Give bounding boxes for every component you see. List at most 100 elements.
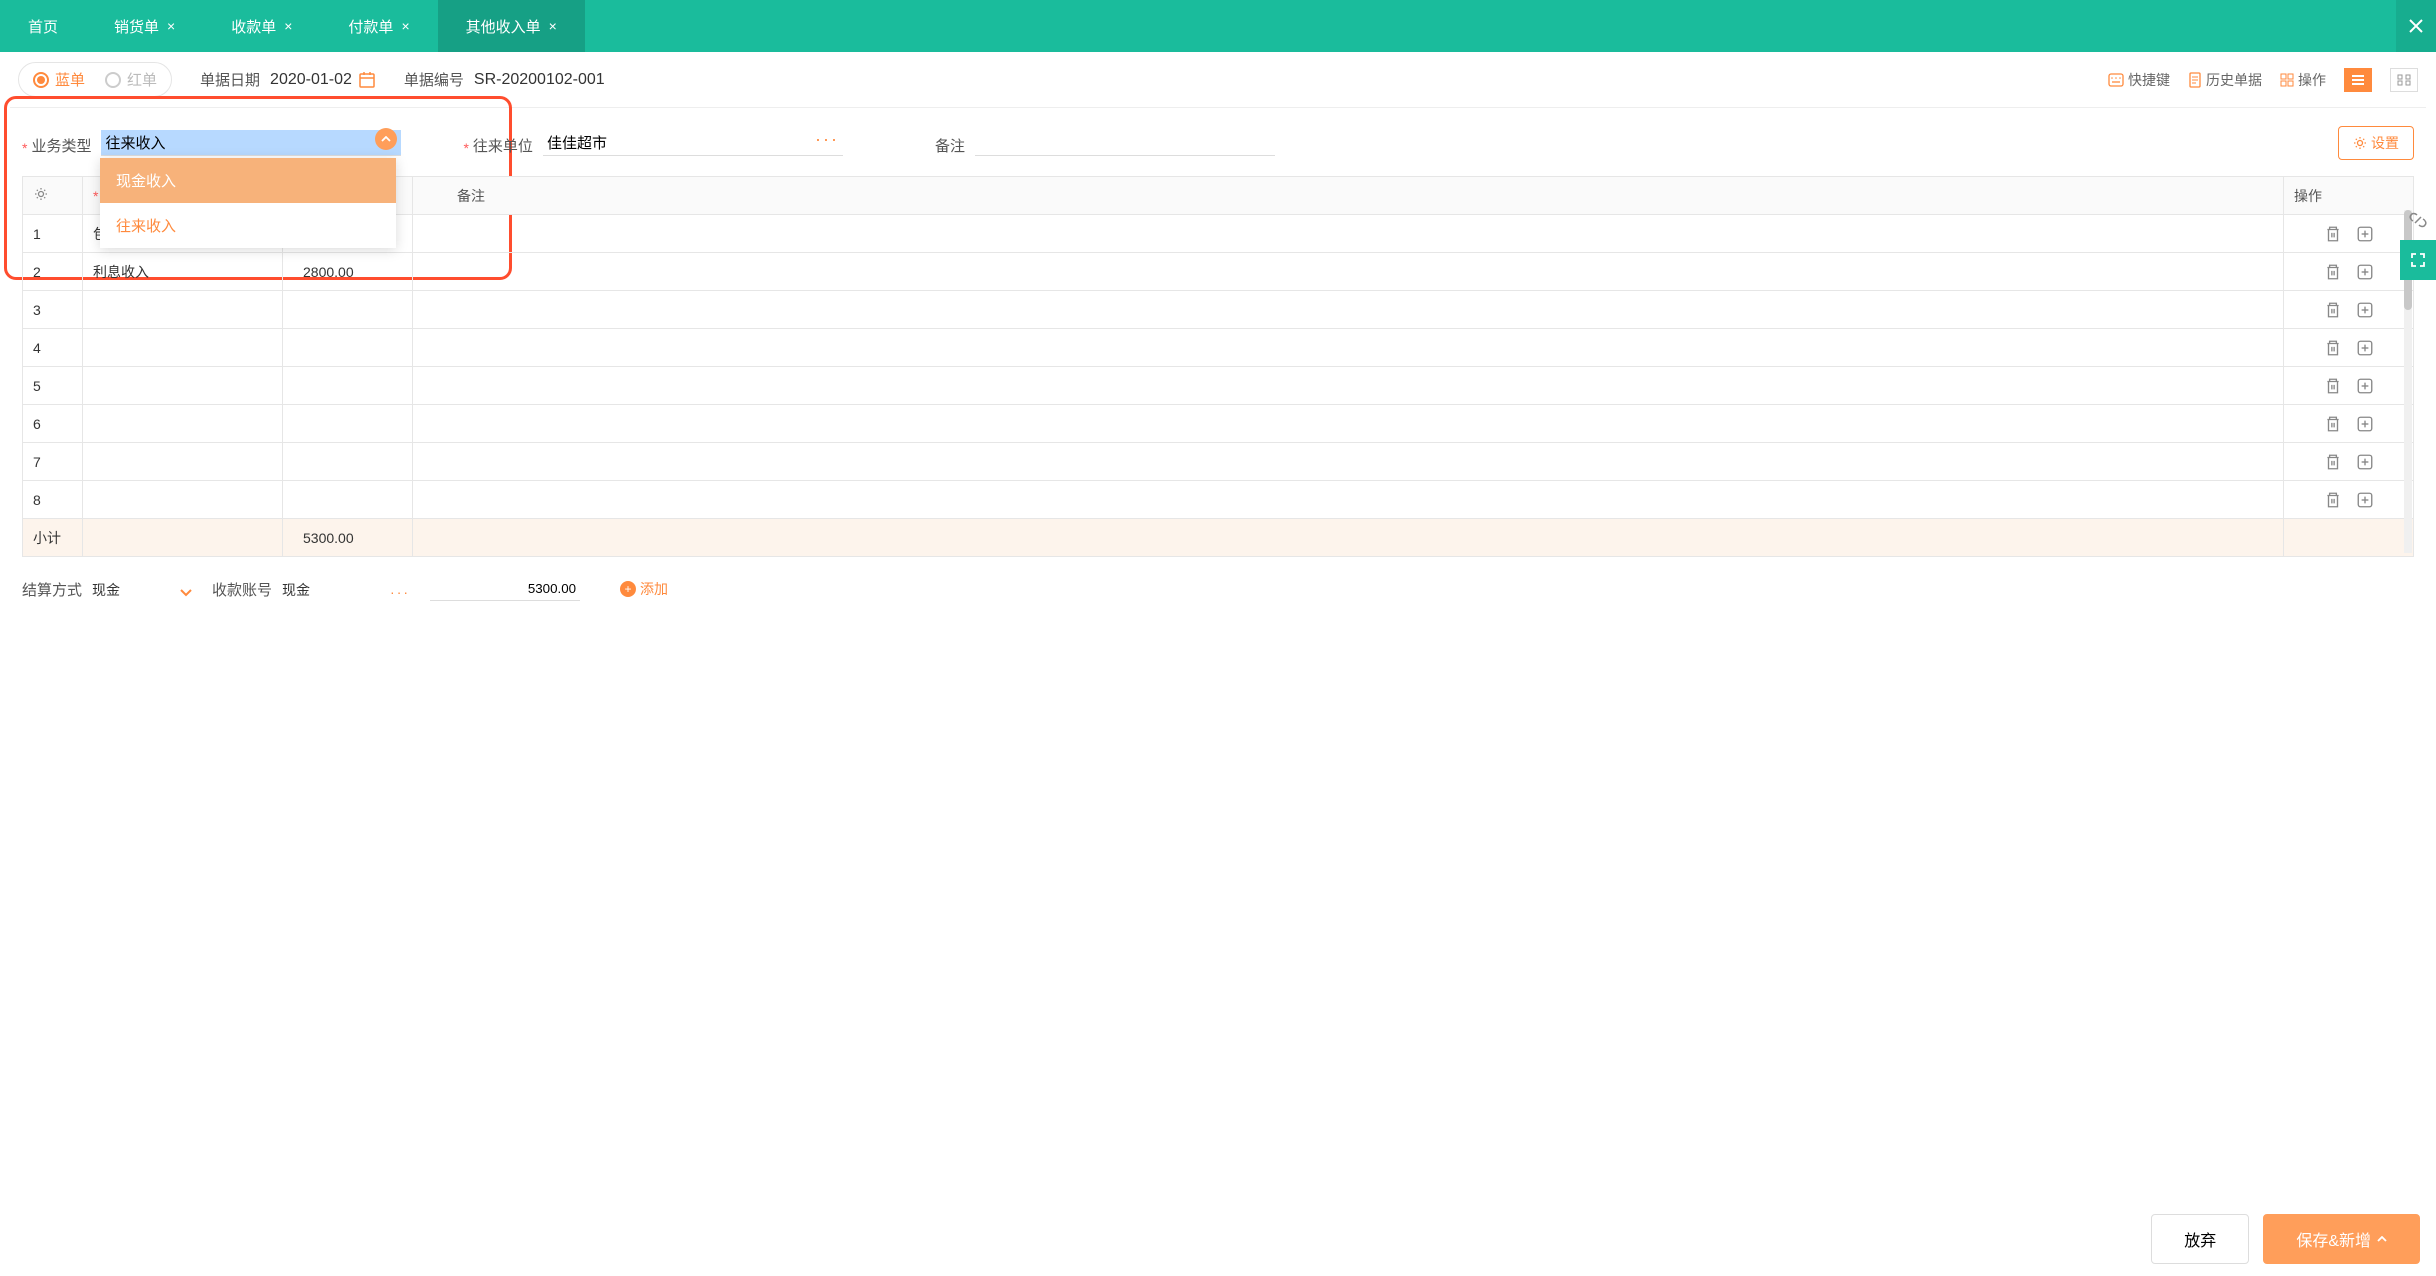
add-row-icon[interactable] [2356, 301, 2374, 319]
biz-type-input[interactable] [101, 130, 401, 156]
close-panel-button[interactable] [2396, 0, 2436, 52]
dropdown-option-dealings[interactable]: 往来收入 [100, 203, 396, 248]
party-input[interactable] [543, 130, 843, 156]
calendar-icon[interactable] [358, 71, 376, 89]
trash-icon[interactable] [2324, 491, 2342, 509]
table-row[interactable]: 7 [23, 443, 2414, 481]
cell-ops [2284, 481, 2414, 519]
add-row-icon[interactable] [2356, 225, 2374, 243]
trash-icon[interactable] [2324, 263, 2342, 281]
trash-icon[interactable] [2324, 453, 2342, 471]
cell-amount[interactable] [283, 329, 413, 367]
expand-icon [2410, 252, 2426, 268]
tab-receipt[interactable]: 收款单× [203, 0, 320, 52]
cell-remark[interactable] [413, 405, 2284, 443]
blue-bill-radio[interactable]: 蓝单 [33, 69, 85, 90]
tab-home[interactable]: 首页 [0, 0, 86, 52]
operation-link[interactable]: 操作 [2280, 70, 2326, 90]
chevron-down-icon[interactable] [180, 584, 192, 600]
cell-type[interactable] [83, 291, 283, 329]
tab-payment[interactable]: 付款单× [320, 0, 437, 52]
trash-icon[interactable] [2324, 301, 2342, 319]
row-index: 3 [23, 291, 83, 329]
cell-amount[interactable] [283, 405, 413, 443]
cell-type[interactable]: 利息收入 [83, 253, 283, 291]
view-list-button[interactable] [2344, 68, 2372, 92]
trash-icon[interactable] [2324, 225, 2342, 243]
cell-remark[interactable] [413, 367, 2284, 405]
close-icon[interactable]: × [549, 18, 557, 34]
toolbar: 蓝单 红单 单据日期 2020-01-02 单据编号 SR-20200102-0… [10, 52, 2426, 108]
cell-remark[interactable] [413, 443, 2284, 481]
table-row[interactable]: 6 [23, 405, 2414, 443]
tab-other-income[interactable]: 其他收入单× [438, 0, 585, 52]
trash-icon[interactable] [2324, 377, 2342, 395]
table-row[interactable]: 8 [23, 481, 2414, 519]
trash-icon[interactable] [2324, 339, 2342, 357]
remark-input[interactable] [975, 130, 1275, 156]
row-index: 6 [23, 405, 83, 443]
cell-type[interactable] [83, 329, 283, 367]
save-button[interactable]: 保存&新增 [2263, 1214, 2420, 1264]
biz-type-dropdown: 现金收入 往来收入 [100, 158, 396, 248]
table-row[interactable]: 3 [23, 291, 2414, 329]
add-row-icon[interactable] [2356, 415, 2374, 433]
cell-type[interactable] [83, 405, 283, 443]
cell-amount[interactable] [283, 443, 413, 481]
ellipsis-icon[interactable]: ··· [390, 584, 410, 600]
red-bill-radio[interactable]: 红单 [105, 69, 157, 90]
cell-type[interactable] [83, 481, 283, 519]
close-icon[interactable]: × [401, 18, 409, 34]
add-row-icon[interactable] [2356, 377, 2374, 395]
cell-remark[interactable] [413, 215, 2284, 253]
cell-amount[interactable] [283, 367, 413, 405]
remark-field: 备注 [935, 130, 1275, 156]
add-payment-button[interactable]: + 添加 [620, 579, 668, 599]
add-row-icon[interactable] [2356, 491, 2374, 509]
table-row[interactable]: 2 利息收入 2800.00 [23, 253, 2414, 291]
cell-remark[interactable] [413, 253, 2284, 291]
cell-type[interactable] [83, 443, 283, 481]
cell-amount[interactable] [283, 481, 413, 519]
required-star: * [22, 140, 27, 156]
payment-row: 结算方式 现金 收款账号 现金 ··· + 添加 [10, 557, 2426, 621]
gear-icon [33, 186, 49, 202]
tab-sales[interactable]: 销货单× [86, 0, 203, 52]
cell-amount[interactable]: 2800.00 [283, 253, 413, 291]
expand-button[interactable] [2400, 240, 2436, 280]
add-row-icon[interactable] [2356, 453, 2374, 471]
trash-icon[interactable] [2324, 415, 2342, 433]
close-icon[interactable]: × [284, 18, 292, 34]
cell-type[interactable] [83, 367, 283, 405]
row-index: 8 [23, 481, 83, 519]
cell-remark[interactable] [413, 291, 2284, 329]
shortcut-link[interactable]: 快捷键 [2108, 70, 2170, 90]
cell-ops [2284, 253, 2414, 291]
settings-button[interactable]: 设置 [2338, 126, 2414, 160]
chevron-up-icon [2377, 1236, 2387, 1242]
ellipsis-icon[interactable]: ··· [815, 129, 839, 150]
add-row-icon[interactable] [2356, 339, 2374, 357]
cell-remark[interactable] [413, 329, 2284, 367]
cell-ops [2284, 405, 2414, 443]
cell-amount[interactable] [283, 291, 413, 329]
header-operation: 操作 [2284, 177, 2414, 215]
table-row[interactable]: 5 [23, 367, 2414, 405]
header-gear[interactable] [23, 177, 83, 215]
table-row[interactable]: 4 [23, 329, 2414, 367]
add-row-icon[interactable] [2356, 263, 2374, 281]
close-icon [2408, 18, 2424, 34]
payment-amount-input[interactable] [430, 577, 580, 601]
history-link[interactable]: 历史单据 [2188, 70, 2262, 90]
attachment-button[interactable] [2400, 200, 2436, 240]
cell-ops [2284, 291, 2414, 329]
close-icon[interactable]: × [167, 18, 175, 34]
dropdown-option-cash[interactable]: 现金收入 [100, 158, 396, 203]
link-icon [2409, 211, 2427, 229]
cell-remark[interactable] [413, 481, 2284, 519]
date-value[interactable]: 2020-01-02 [270, 71, 352, 89]
view-grid-button[interactable] [2390, 68, 2418, 92]
header-remark: 备注 [413, 177, 2284, 215]
keyboard-icon [2108, 73, 2124, 87]
discard-button[interactable]: 放弃 [2151, 1214, 2249, 1264]
